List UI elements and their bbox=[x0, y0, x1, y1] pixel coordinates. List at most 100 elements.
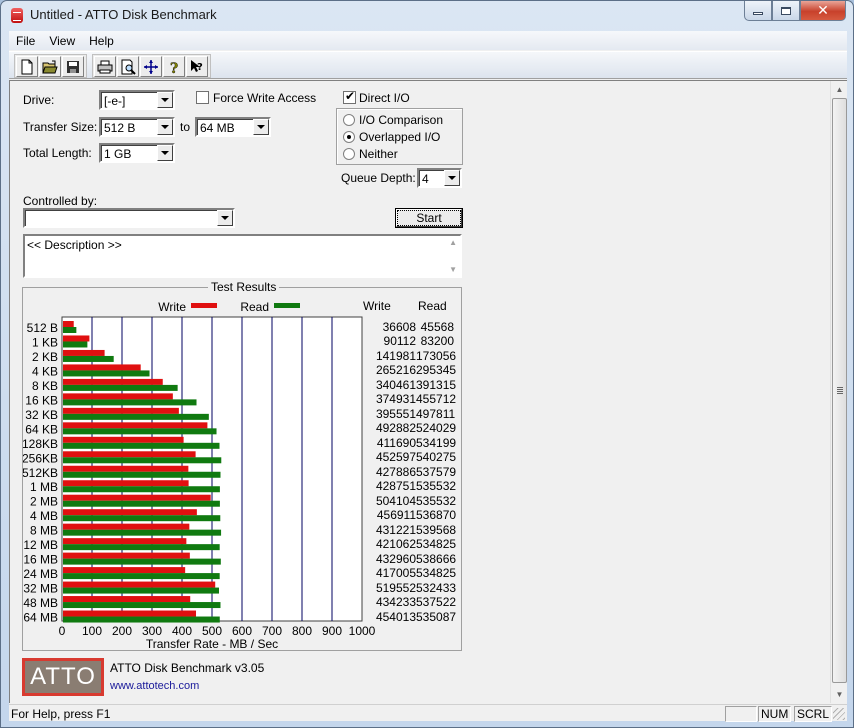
transfer-to-dropdown-button[interactable] bbox=[253, 119, 269, 135]
force-write-label: Force Write Access bbox=[213, 91, 317, 105]
read-value: 536870 bbox=[416, 508, 457, 523]
minimize-icon bbox=[753, 12, 763, 15]
menu-help-label: Help bbox=[89, 33, 114, 48]
read-value: 83200 bbox=[420, 334, 454, 349]
read-bar bbox=[63, 355, 114, 362]
write-bar bbox=[63, 436, 184, 443]
controlled-by-select[interactable] bbox=[23, 208, 235, 228]
write-value: 421062 bbox=[375, 537, 416, 552]
scrollbar-thumb[interactable] bbox=[832, 98, 847, 683]
scroll-up-icon[interactable]: ▲ bbox=[449, 238, 457, 247]
menu-file[interactable]: File bbox=[9, 34, 42, 48]
status-scrl: SCRL bbox=[794, 706, 833, 722]
category-label: 64 MB bbox=[23, 611, 58, 625]
read-column-header: Read bbox=[418, 299, 447, 313]
start-button[interactable]: Start bbox=[396, 209, 462, 227]
controlled-by-dropdown-button[interactable] bbox=[217, 210, 233, 226]
drive-select[interactable]: [-e-] bbox=[99, 90, 175, 110]
status-text: For Help, press F1 bbox=[11, 707, 111, 721]
open-button[interactable] bbox=[39, 56, 61, 77]
io-comparison-radio[interactable] bbox=[343, 114, 355, 126]
app-icon bbox=[11, 8, 23, 23]
transfer-size-to-select[interactable]: 64 MB bbox=[195, 117, 271, 137]
vertical-scrollbar[interactable]: ▲ ▼ bbox=[830, 81, 847, 703]
description-textarea[interactable]: << Description >> ▲ ▼ bbox=[23, 234, 462, 278]
to-label: to bbox=[180, 120, 191, 134]
write-bar bbox=[63, 480, 189, 487]
read-bar bbox=[63, 341, 88, 348]
queue-depth-label: Queue Depth: bbox=[341, 171, 416, 185]
read-value: 537579 bbox=[416, 464, 457, 479]
write-bar bbox=[63, 567, 186, 574]
read-bar bbox=[63, 616, 220, 623]
print-button[interactable] bbox=[94, 56, 116, 77]
overlapped-io-radio[interactable] bbox=[343, 131, 355, 143]
scroll-up-arrow-icon[interactable]: ▲ bbox=[831, 81, 848, 98]
write-bar bbox=[63, 538, 187, 545]
x-tick-label: 800 bbox=[292, 624, 312, 638]
write-bar bbox=[63, 349, 105, 356]
save-button[interactable] bbox=[62, 56, 84, 77]
read-bar bbox=[63, 471, 221, 478]
write-value: 431221 bbox=[375, 522, 416, 537]
new-button[interactable] bbox=[16, 56, 38, 77]
direct-io-checkbox[interactable] bbox=[343, 89, 356, 104]
resize-grip-icon[interactable] bbox=[833, 708, 845, 720]
x-tick-label: 500 bbox=[202, 624, 222, 638]
write-value: 417005 bbox=[375, 566, 416, 581]
write-value: 456911 bbox=[376, 508, 416, 523]
overlapped-io-label: Overlapped I/O bbox=[359, 130, 441, 144]
move-button[interactable] bbox=[140, 56, 162, 77]
read-value: 539568 bbox=[416, 522, 457, 537]
category-label: 256KB bbox=[23, 451, 58, 465]
read-value: 535532 bbox=[416, 479, 457, 494]
queue-depth-dropdown-button[interactable] bbox=[444, 170, 460, 186]
read-bar bbox=[63, 529, 222, 536]
transfer-to-value: 64 MB bbox=[200, 121, 235, 135]
grip-icon bbox=[837, 387, 843, 394]
minimize-button[interactable] bbox=[744, 1, 772, 21]
menu-view[interactable]: View bbox=[42, 34, 82, 48]
read-value: 497811 bbox=[416, 406, 456, 421]
queue-depth-select[interactable]: 4 bbox=[417, 168, 462, 188]
scroll-down-arrow-icon[interactable]: ▼ bbox=[831, 686, 848, 703]
read-value: 537522 bbox=[416, 595, 457, 610]
read-value: 173056 bbox=[416, 348, 457, 363]
move-arrows-icon bbox=[144, 59, 158, 74]
write-bar bbox=[63, 407, 179, 414]
force-write-checkbox[interactable] bbox=[196, 91, 209, 104]
close-button[interactable]: ✕ bbox=[800, 1, 846, 21]
category-label: 512 B bbox=[27, 321, 58, 335]
save-icon bbox=[67, 60, 79, 73]
total-length-dropdown-button[interactable] bbox=[157, 145, 173, 161]
category-label: 128KB bbox=[23, 437, 58, 451]
x-tick-label: 900 bbox=[322, 624, 342, 638]
transfer-from-dropdown-button[interactable] bbox=[157, 119, 173, 135]
context-help-button[interactable]: ? bbox=[186, 56, 208, 77]
read-value: 524029 bbox=[416, 421, 457, 436]
website-link[interactable]: www.attotech.com bbox=[110, 680, 199, 692]
neither-radio[interactable] bbox=[343, 148, 355, 160]
new-document-icon bbox=[21, 59, 33, 74]
question-mark-icon: ? bbox=[170, 60, 179, 75]
product-version: ATTO Disk Benchmark v3.05 bbox=[110, 661, 265, 675]
about-button[interactable]: ? bbox=[163, 56, 185, 77]
chevron-down-icon bbox=[221, 216, 229, 220]
menu-help[interactable]: Help bbox=[82, 34, 121, 48]
transfer-size-from-select[interactable]: 512 B bbox=[99, 117, 175, 137]
drive-dropdown-button[interactable] bbox=[157, 92, 173, 108]
x-tick-label: 300 bbox=[142, 624, 162, 638]
scroll-down-icon[interactable]: ▼ bbox=[449, 265, 457, 274]
write-bar bbox=[63, 335, 90, 342]
chevron-down-icon bbox=[161, 125, 169, 129]
maximize-button[interactable] bbox=[772, 1, 800, 21]
total-length-select[interactable]: 1 GB bbox=[99, 143, 175, 163]
write-bar bbox=[63, 465, 189, 472]
write-value: 36608 bbox=[382, 320, 416, 334]
print-preview-button[interactable] bbox=[117, 56, 139, 77]
read-bar bbox=[63, 413, 209, 420]
read-bar bbox=[63, 500, 220, 507]
svg-text:?: ? bbox=[170, 61, 178, 75]
read-value: 534199 bbox=[416, 435, 457, 450]
x-axis-label: Transfer Rate - MB / Sec bbox=[146, 637, 278, 651]
